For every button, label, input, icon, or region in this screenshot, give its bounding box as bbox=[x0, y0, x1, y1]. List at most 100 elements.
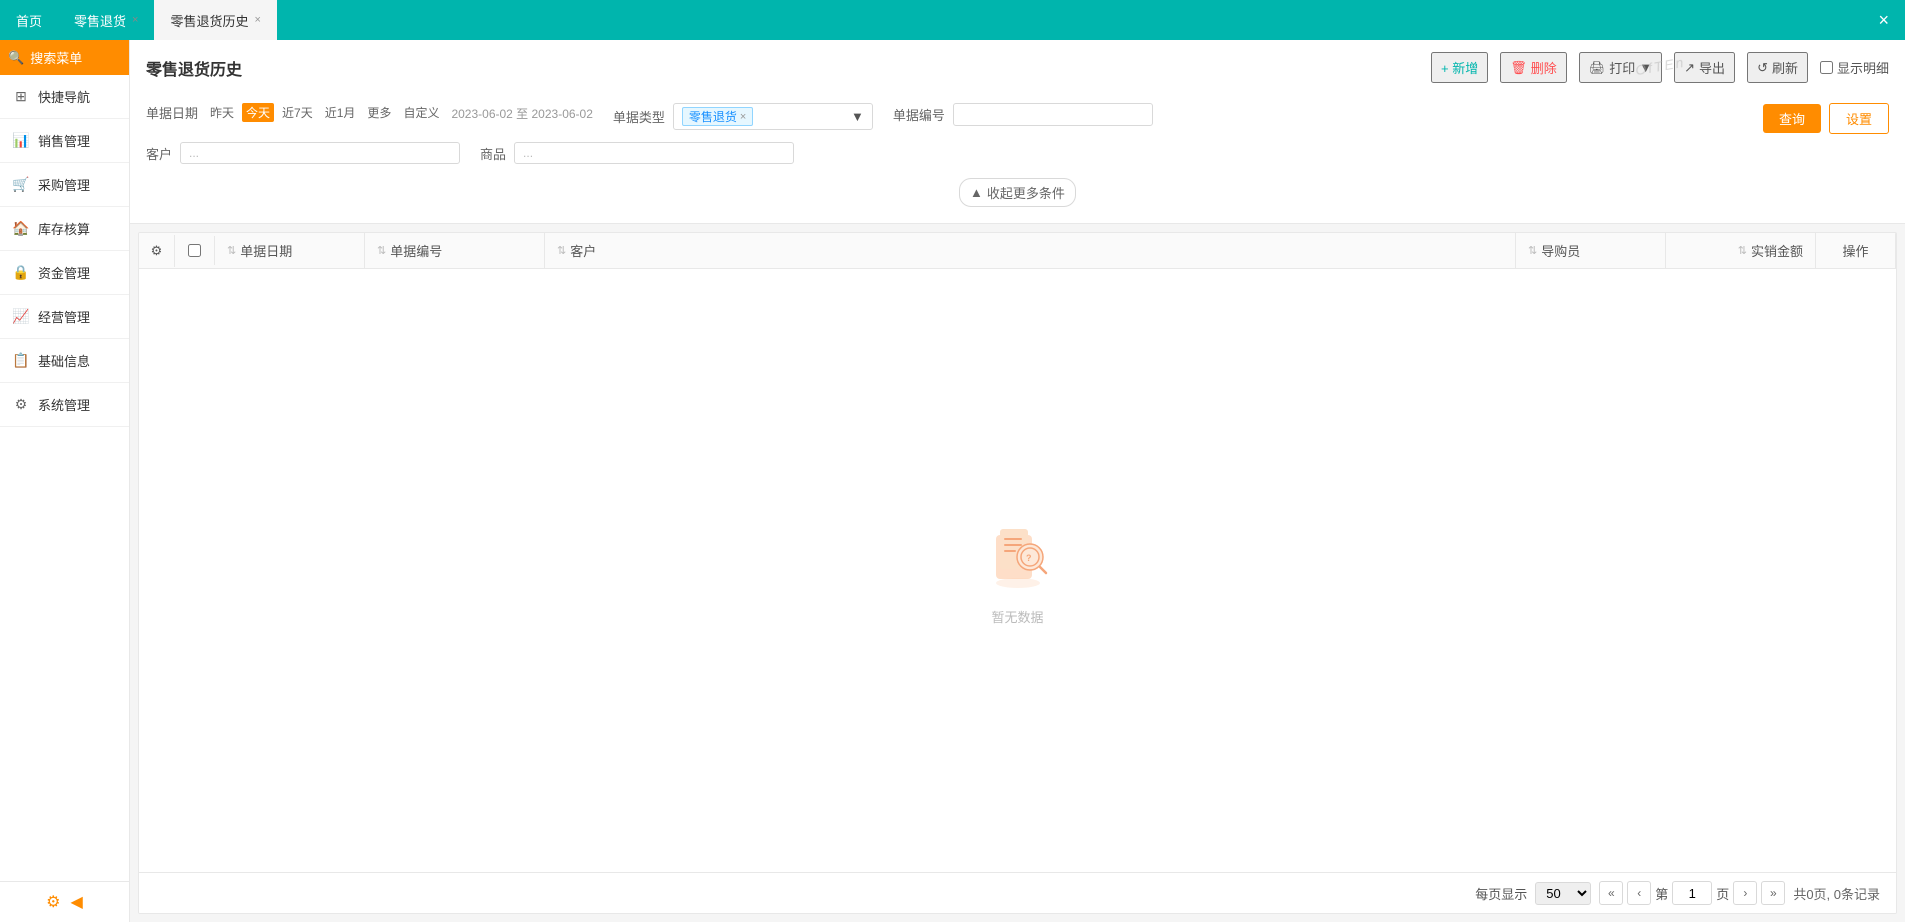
table-container: ⚙ ⇅ 单据日期 ⇅ 单据编号 ⇅ 客户 ⇅ bbox=[138, 232, 1897, 914]
sidebar-item-basicInfo[interactable]: 📋 基础信息 bbox=[0, 339, 129, 383]
next-page-button[interactable]: › bbox=[1733, 881, 1757, 905]
refresh-label: 刷新 bbox=[1772, 58, 1798, 77]
print-dropdown-icon: ▼ bbox=[1639, 60, 1652, 75]
sidebar-item-businessMgmt[interactable]: 📈 经营管理 bbox=[0, 295, 129, 339]
th-no-label: 单据编号 bbox=[390, 241, 442, 260]
query-button[interactable]: 查询 bbox=[1763, 104, 1821, 133]
print-button[interactable]: 🖨 打印 ▼ bbox=[1579, 52, 1662, 83]
sort-icon-date: ⇅ bbox=[227, 244, 236, 257]
sidebar-label-quickNav: 快捷导航 bbox=[38, 87, 90, 106]
settings-button[interactable]: 设置 bbox=[1829, 103, 1889, 134]
window-close-button[interactable]: × bbox=[1862, 10, 1905, 31]
date-btn-2[interactable]: 近7天 bbox=[278, 103, 317, 122]
per-page-select[interactable]: 50 20 100 bbox=[1535, 882, 1591, 905]
filter-row-2: 客户 ... 商品 ... bbox=[146, 142, 1889, 164]
filter-row-1: 单据日期 昨天今天近7天近1月更多自定义 2023-06-02 至 2023-0… bbox=[146, 103, 1889, 134]
type-filter-remove[interactable]: × bbox=[740, 111, 746, 123]
th-no: ⇅ 单据编号 bbox=[365, 233, 545, 268]
search-menu-button[interactable]: 🔍 搜索菜单 bbox=[0, 40, 129, 75]
page-label: 第 bbox=[1655, 884, 1668, 903]
last-page-button[interactable]: » bbox=[1761, 881, 1785, 905]
sidebar-item-financeMgmt[interactable]: 🔒 资金管理 bbox=[0, 251, 129, 295]
tab-close-returnHistory[interactable]: × bbox=[254, 14, 260, 26]
sidebar-icon-financeMgmt: 🔒 bbox=[12, 264, 30, 282]
goods-filter-group: 商品 ... bbox=[480, 142, 794, 164]
sidebar-label-salesMgmt: 销售管理 bbox=[38, 131, 90, 150]
table-header: ⚙ ⇅ 单据日期 ⇅ 单据编号 ⇅ 客户 ⇅ bbox=[139, 233, 1896, 269]
th-customer-label: 客户 bbox=[570, 241, 596, 260]
date-btn-1[interactable]: 今天 bbox=[242, 103, 274, 122]
number-filter-input[interactable] bbox=[953, 103, 1153, 126]
sidebar-icon-salesMgmt: 📊 bbox=[12, 132, 30, 150]
date-range: 2023-06-02 至 2023-06-02 bbox=[451, 105, 592, 122]
goods-filter-select[interactable]: ... bbox=[514, 142, 794, 164]
settings-bottom-button[interactable]: ⚙ bbox=[46, 892, 60, 912]
select-all-checkbox[interactable] bbox=[188, 244, 201, 257]
page-input[interactable] bbox=[1672, 881, 1712, 905]
date-btn-5[interactable]: 自定义 bbox=[399, 103, 443, 122]
collapse-label: 收起更多条件 bbox=[987, 183, 1065, 202]
show-detail-label: 显示明细 bbox=[1837, 58, 1889, 77]
date-filter-group: 单据日期 昨天今天近7天近1月更多自定义 2023-06-02 至 2023-0… bbox=[146, 103, 593, 122]
th-checkbox[interactable] bbox=[175, 236, 215, 265]
collapse-sidebar-button[interactable]: ◀ bbox=[71, 892, 83, 912]
nav-tabs: 首页零售退货 ×零售退货历史 × bbox=[0, 0, 1862, 40]
filter-area: 单据日期 昨天今天近7天近1月更多自定义 2023-06-02 至 2023-0… bbox=[146, 93, 1889, 223]
search-icon: 🔍 bbox=[8, 50, 24, 66]
sidebar: 🔍 搜索菜单 ⊞ 快捷导航 📊 销售管理 🛒采购管理 🏠 库存核算 🔒 资金管理 📈 经营管理 📋 基础… bbox=[0, 40, 130, 922]
delete-button[interactable]: 🗑 删除 bbox=[1500, 52, 1567, 83]
sidebar-label-financeMgmt: 资金管理 bbox=[38, 263, 90, 282]
prev-page-button[interactable]: ‹ bbox=[1627, 881, 1651, 905]
th-settings[interactable]: ⚙ bbox=[139, 235, 175, 267]
collapse-icon: ▲ bbox=[970, 185, 983, 200]
sidebar-bottom: ⚙ ◀ bbox=[0, 881, 129, 922]
date-btn-0[interactable]: 昨天 bbox=[206, 103, 238, 122]
date-btn-4[interactable]: 更多 bbox=[363, 103, 395, 122]
type-filter-select[interactable]: 零售退货 × ▼ bbox=[673, 103, 873, 130]
svg-text:?: ? bbox=[1026, 553, 1032, 563]
first-page-button[interactable]: « bbox=[1599, 881, 1623, 905]
top-nav: 首页零售退货 ×零售退货历史 × × bbox=[0, 0, 1905, 40]
tab-close-return[interactable]: × bbox=[132, 14, 138, 26]
page-header: 零售退货历史 + 新增 🗑 删除 🖨 打印 ▼ ↗ bbox=[130, 40, 1905, 224]
refresh-button[interactable]: ↺ 刷新 bbox=[1747, 52, 1808, 83]
sidebar-item-inventoryMgmt[interactable]: 🏠 库存核算 bbox=[0, 207, 129, 251]
sidebar-item-systemMgmt[interactable]: ⚙系统管理 bbox=[0, 383, 129, 427]
customer-filter-group: 客户 ... bbox=[146, 142, 460, 164]
type-dropdown-icon: ▼ bbox=[851, 109, 864, 124]
number-filter-group: 单据编号 bbox=[893, 103, 1153, 126]
collapse-filter-button[interactable]: ▲ 收起更多条件 bbox=[959, 178, 1076, 207]
th-guide: ⇅ 导购员 bbox=[1516, 233, 1666, 268]
show-detail-input[interactable] bbox=[1820, 61, 1833, 74]
sidebar-icon-inventoryMgmt: 🏠 bbox=[12, 220, 30, 238]
sidebar-item-purchaseMgmt[interactable]: 🛒采购管理 bbox=[0, 163, 129, 207]
sidebar-label-systemMgmt: 系统管理 bbox=[38, 395, 90, 414]
settings-col-icon: ⚙ bbox=[151, 243, 163, 259]
sort-icon-no: ⇅ bbox=[377, 244, 386, 257]
customer-filter-select[interactable]: ... bbox=[180, 142, 460, 164]
sidebar-label-basicInfo: 基础信息 bbox=[38, 351, 90, 370]
sidebar-label-businessMgmt: 经营管理 bbox=[38, 307, 90, 326]
show-detail-checkbox[interactable]: 显示明细 bbox=[1820, 58, 1889, 77]
sidebar-item-salesMgmt[interactable]: 📊 销售管理 bbox=[0, 119, 129, 163]
export-button[interactable]: ↗ 导出 bbox=[1674, 52, 1735, 83]
add-button[interactable]: + 新增 bbox=[1431, 52, 1488, 83]
refresh-icon: ↺ bbox=[1757, 60, 1768, 76]
export-icon: ↗ bbox=[1684, 60, 1695, 76]
content-area: 零售退货历史 + 新增 🗑 删除 🖨 打印 ▼ ↗ bbox=[130, 40, 1905, 922]
nav-tab-returnHistory[interactable]: 零售退货历史 × bbox=[154, 0, 276, 40]
sidebar-label-inventoryMgmt: 库存核算 bbox=[38, 219, 90, 238]
th-amount-label: 实销金额 bbox=[1751, 241, 1803, 260]
sidebar-icon-businessMgmt: 📈 bbox=[12, 308, 30, 326]
search-menu-label: 搜索菜单 bbox=[30, 48, 82, 67]
th-customer: ⇅ 客户 bbox=[545, 233, 1516, 268]
sidebar-icon-basicInfo: 📋 bbox=[12, 352, 30, 370]
toolbar: + 新增 🗑 删除 🖨 打印 ▼ ↗ 导出 bbox=[1431, 52, 1889, 83]
nav-tab-home[interactable]: 首页 bbox=[0, 0, 58, 40]
sidebar-item-quickNav[interactable]: ⊞ 快捷导航 bbox=[0, 75, 129, 119]
date-btn-3[interactable]: 近1月 bbox=[321, 103, 360, 122]
nav-tab-return[interactable]: 零售退货 × bbox=[58, 0, 154, 40]
goods-filter-label: 商品 bbox=[480, 144, 506, 163]
sidebar-icon-quickNav: ⊞ bbox=[12, 88, 30, 106]
add-label: + 新增 bbox=[1441, 58, 1478, 77]
